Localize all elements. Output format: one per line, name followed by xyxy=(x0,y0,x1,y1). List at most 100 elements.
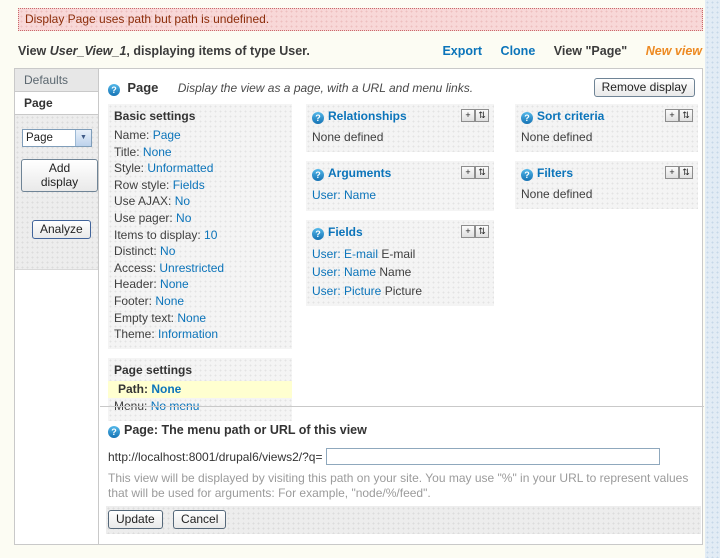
sort-criteria-empty: None defined xyxy=(521,130,593,144)
sort-criteria-title-link[interactable]: Sort criteria xyxy=(537,109,604,123)
help-icon[interactable]: ? xyxy=(108,426,120,438)
add-icon[interactable]: + xyxy=(461,109,475,122)
field-link[interactable]: User: E-mail xyxy=(312,247,378,261)
setting-row: Theme: Information xyxy=(114,326,286,343)
sidebar-tab-page[interactable]: Page xyxy=(15,92,98,115)
setting-value-link[interactable]: No xyxy=(176,211,191,225)
error-banner: Display Page uses path but path is undef… xyxy=(18,8,703,31)
relationships-title-link[interactable]: Relationships xyxy=(328,109,407,123)
column-right: ? Sort criteria + ⇅ None defined ? Filters … xyxy=(515,104,698,218)
url-prefix-label: http://localhost:8001/drupal6/views2/?q= xyxy=(108,449,323,464)
setting-value-link[interactable]: None xyxy=(143,145,172,159)
setting-label: Empty text: xyxy=(114,310,175,325)
add-icon[interactable]: + xyxy=(665,166,679,179)
setting-row: Access: Unrestricted xyxy=(114,260,286,277)
box-arguments: ? Arguments + ⇅ User: Name xyxy=(306,161,494,211)
field-item: User: E-mail E-mail xyxy=(312,245,488,264)
path-config-form: ? Page: The menu path or URL of this view… xyxy=(100,406,704,544)
clone-link[interactable]: Clone xyxy=(501,44,536,58)
setting-label: Footer: xyxy=(114,293,153,308)
form-buttons-bar: Update Cancel xyxy=(106,506,701,534)
help-icon[interactable]: ? xyxy=(312,227,324,240)
help-icon[interactable]: ? xyxy=(312,112,324,124)
basic-settings-title: Basic settings xyxy=(114,109,196,123)
box-sort-criteria: ? Sort criteria + ⇅ None defined xyxy=(515,104,698,152)
view-summary-prefix: View xyxy=(18,44,50,58)
setting-label: Header: xyxy=(114,277,157,292)
view-links: Export Clone View "Page" New view xyxy=(427,44,702,58)
display-description: Display the view as a page, with a URL a… xyxy=(177,81,474,95)
relationships-empty: None defined xyxy=(312,130,384,144)
setting-label: Title: xyxy=(114,144,140,159)
help-icon[interactable]: ? xyxy=(521,169,533,181)
view-page-link[interactable]: View "Page" xyxy=(554,44,627,58)
filters-actions: + ⇅ xyxy=(665,166,693,180)
setting-value-link[interactable]: No xyxy=(160,244,175,258)
setting-value-link[interactable]: No xyxy=(175,194,190,208)
column-basic: Basic settings Name: Page Title: None St… xyxy=(108,104,292,430)
analyze-button[interactable]: Analyze xyxy=(32,220,91,239)
display-type-select[interactable]: Page ▼ xyxy=(22,129,92,147)
setting-value-link[interactable]: None xyxy=(155,294,184,308)
field-link[interactable]: User: Name xyxy=(312,265,376,279)
display-header: ? Page Display the view as a page, with … xyxy=(100,69,704,103)
path-form-description: This view will be displayed by visiting … xyxy=(108,471,689,500)
rearrange-icon[interactable]: ⇅ xyxy=(475,109,489,122)
field-link[interactable]: User: Picture xyxy=(312,284,381,298)
add-icon[interactable]: + xyxy=(665,109,679,122)
new-view-link[interactable]: New view xyxy=(646,44,702,58)
setting-label: Style: xyxy=(114,161,145,176)
update-button[interactable]: Update xyxy=(108,510,163,529)
setting-value-link[interactable]: Unrestricted xyxy=(159,261,224,275)
error-text: Display Page uses path but path is undef… xyxy=(25,12,270,26)
setting-value-link[interactable]: Information xyxy=(158,327,218,341)
rearrange-icon[interactable]: ⇅ xyxy=(679,109,693,122)
path-setting-row: Path: None xyxy=(108,380,292,398)
setting-value-link[interactable]: 10 xyxy=(204,228,217,242)
argument-item: User: Name xyxy=(312,186,488,205)
help-icon[interactable]: ? xyxy=(312,169,324,181)
path-setting-value-link[interactable]: None xyxy=(151,382,181,396)
relationships-actions: + ⇅ xyxy=(461,109,489,123)
arguments-title-link[interactable]: Arguments xyxy=(328,166,391,180)
setting-label: Use pager: xyxy=(114,210,173,225)
rearrange-icon[interactable]: ⇅ xyxy=(679,166,693,179)
cancel-button[interactable]: Cancel xyxy=(173,510,227,529)
view-summary-row: View User_View_1, displaying items of ty… xyxy=(18,44,702,58)
export-link[interactable]: Export xyxy=(442,44,482,58)
views-ui-container: Defaults Page Page ▼ Add display Analyze… xyxy=(14,68,704,545)
setting-value-link[interactable]: Page xyxy=(153,128,181,142)
sidebar-panel: Page ▼ Add display Analyze xyxy=(15,115,98,270)
sidebar-tab-defaults[interactable]: Defaults xyxy=(15,69,98,92)
path-input[interactable] xyxy=(326,448,661,465)
help-icon[interactable]: ? xyxy=(108,84,120,96)
setting-label: Theme: xyxy=(114,327,155,342)
box-relationships: ? Relationships + ⇅ None defined xyxy=(306,104,494,152)
fields-title-link[interactable]: Fields xyxy=(328,225,363,239)
setting-label: Access: xyxy=(114,260,157,275)
setting-value-link[interactable]: None xyxy=(177,311,206,325)
setting-row: Title: None xyxy=(114,144,286,161)
add-icon[interactable]: + xyxy=(461,166,475,179)
setting-label: Distinct: xyxy=(114,244,157,259)
remove-display-button[interactable]: Remove display xyxy=(593,78,695,97)
field-label-suffix: E-mail xyxy=(378,246,416,261)
add-display-button[interactable]: Add display xyxy=(21,159,98,192)
setting-label: Name: xyxy=(114,128,150,142)
add-icon[interactable]: + xyxy=(461,224,475,238)
rearrange-icon[interactable]: ⇅ xyxy=(475,166,489,179)
chevron-down-icon[interactable]: ▼ xyxy=(75,130,91,146)
url-row: http://localhost:8001/drupal6/views2/?q= xyxy=(100,438,704,465)
argument-link[interactable]: User: Name xyxy=(312,188,376,202)
setting-value-link[interactable]: Fields xyxy=(173,178,205,192)
filters-title-link[interactable]: Filters xyxy=(537,166,573,180)
setting-row: Items to display: 10 xyxy=(114,227,286,244)
field-label-suffix: Name xyxy=(376,265,412,279)
setting-row: Header: None xyxy=(114,276,286,293)
setting-value-link[interactable]: Unformatted xyxy=(147,161,213,175)
path-setting-label: Path: xyxy=(118,381,148,396)
help-icon[interactable]: ? xyxy=(521,112,533,124)
setting-row: Row style: Fields xyxy=(114,177,286,194)
rearrange-icon[interactable]: ⇅ xyxy=(475,224,489,238)
setting-value-link[interactable]: None xyxy=(160,277,189,291)
